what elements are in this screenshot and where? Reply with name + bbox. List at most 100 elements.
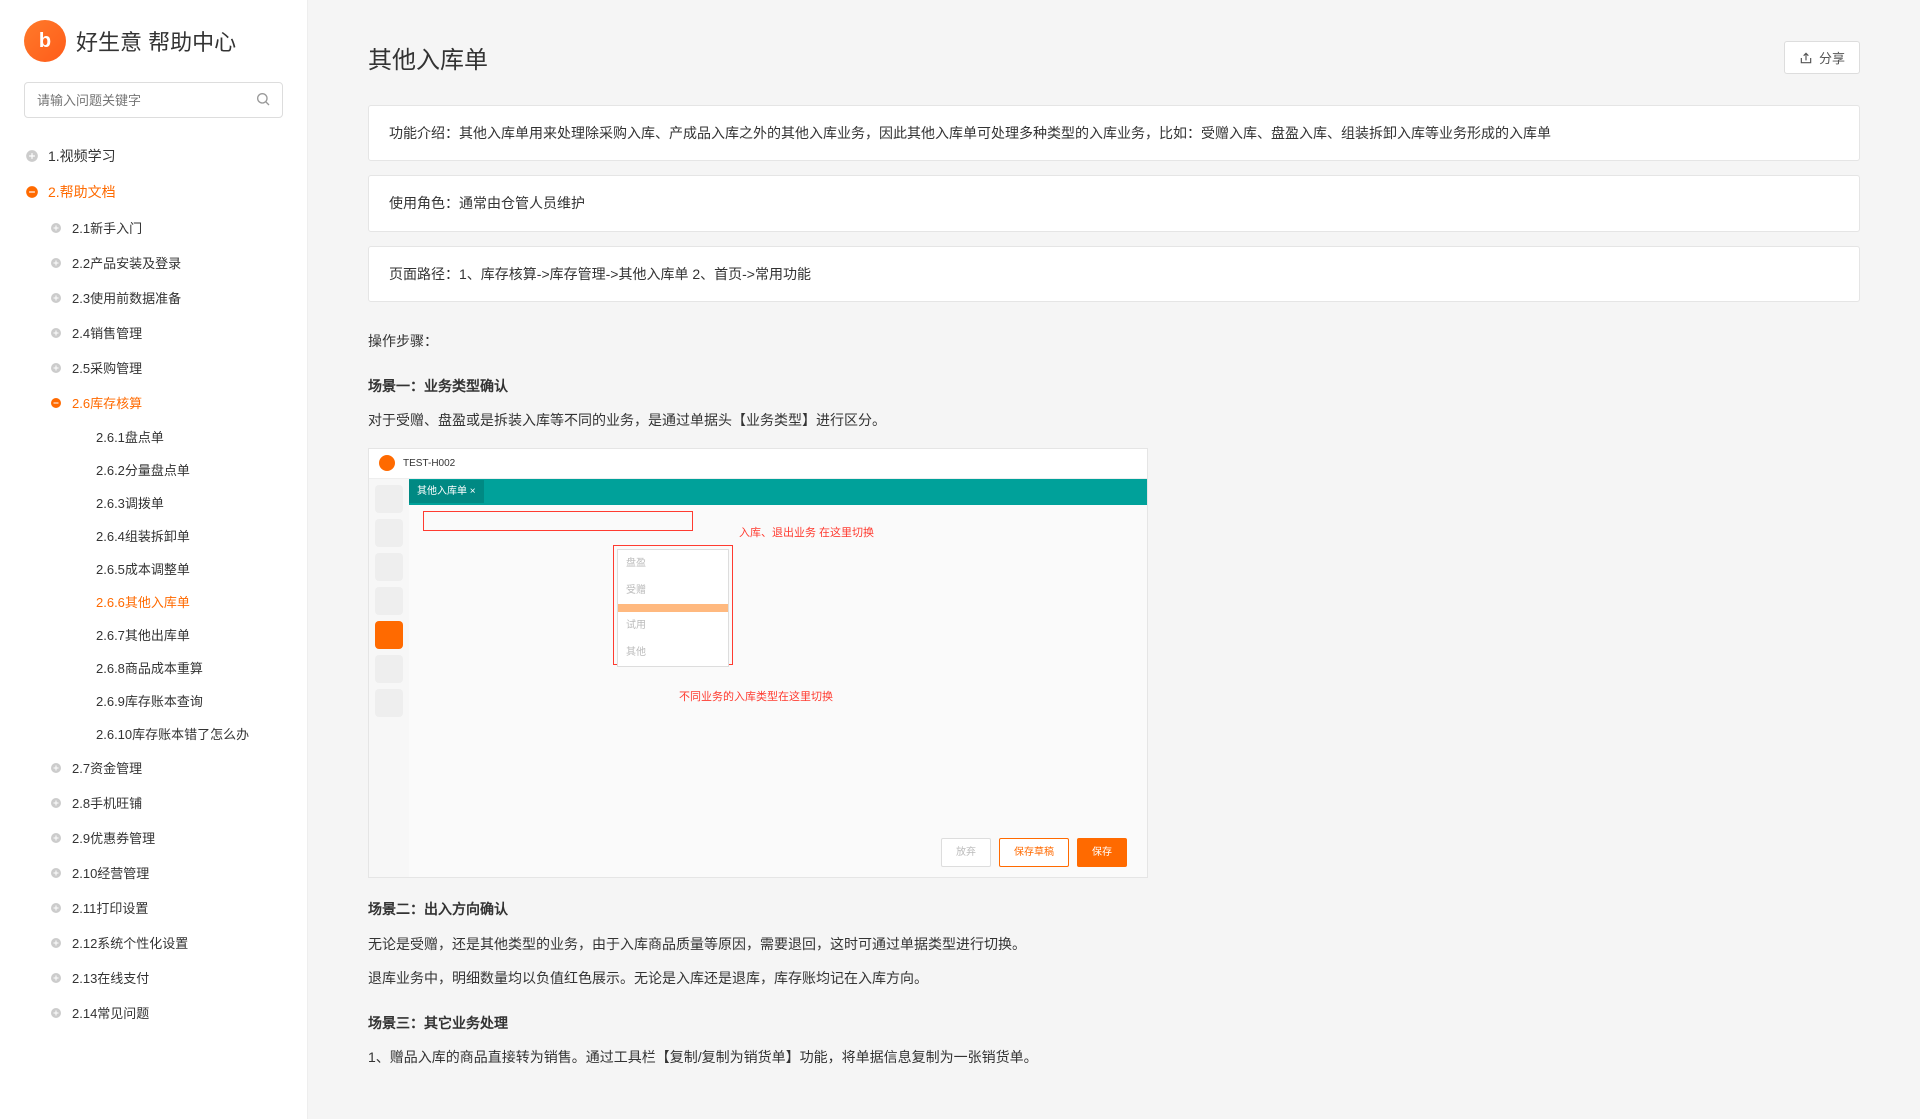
nav-2-1[interactable]: 2.1新手入门: [48, 210, 283, 245]
scene1-title: 场景一：业务类型确认: [368, 373, 1860, 400]
nav-2-10[interactable]: 2.10经营管理: [48, 855, 283, 890]
dropdown-option: 其他: [618, 639, 728, 666]
brand-title: 好生意 帮助中心: [76, 25, 236, 57]
nav-label: 2.6库存核算: [72, 393, 142, 412]
plus-icon: [48, 290, 64, 306]
nav-label: 2.10经营管理: [72, 863, 149, 882]
nav-item-videos[interactable]: 1.视频学习: [24, 138, 283, 174]
shot-annotation: 入库、退出业务 在这里切换: [739, 523, 874, 544]
plus-icon: [48, 935, 64, 951]
scene2-p2: 退库业务中，明细数量均以负值红色展示。无论是入库还是退库，库存账均记在入库方向。: [368, 965, 1860, 992]
plus-icon: [48, 900, 64, 916]
nav-item-docs[interactable]: 2.帮助文档: [24, 174, 283, 210]
nav-2-6-6[interactable]: 2.6.6其他入库单: [72, 585, 283, 618]
plus-icon: [48, 970, 64, 986]
shot-footer: 放弃 保存草稿 保存: [941, 838, 1127, 867]
nav-label: 2.6.9库存账本查询: [96, 691, 203, 710]
scene1-text: 对于受赠、盘盈或是拆装入库等不同的业务，是通过单据头【业务类型】进行区分。: [368, 407, 1860, 434]
nav-label: 2.8手机旺铺: [72, 793, 142, 812]
logo-area: b 好生意 帮助中心: [24, 20, 283, 62]
nav-label: 2.6.1盘点单: [96, 427, 164, 446]
nav-label: 2.6.10库存账本错了怎么办: [96, 724, 249, 743]
plus-icon: [48, 795, 64, 811]
shot-side-icon: [375, 519, 403, 547]
nav-label: 2.12系统个性化设置: [72, 933, 188, 952]
nav-2-9[interactable]: 2.9优惠券管理: [48, 820, 283, 855]
plus-icon: [48, 830, 64, 846]
role-text: 通常由仓管人员维护: [459, 195, 585, 211]
nav-2-4[interactable]: 2.4销售管理: [48, 315, 283, 350]
nav-2-6-1[interactable]: 2.6.1盘点单: [72, 420, 283, 453]
share-button[interactable]: 分享: [1784, 41, 1860, 74]
nav-2-6-8[interactable]: 2.6.8商品成本重算: [72, 651, 283, 684]
nav-2-8[interactable]: 2.8手机旺铺: [48, 785, 283, 820]
shot-sidebar: [369, 479, 409, 877]
shot-annotation: 不同业务的入库类型在这里切换: [679, 687, 833, 708]
search-icon[interactable]: [255, 91, 271, 107]
nav-2-6-5[interactable]: 2.6.5成本调整单: [72, 552, 283, 585]
nav-label: 2.5采购管理: [72, 358, 142, 377]
scene2-p1: 无论是受赠，还是其他类型的业务，由于入库商品质量等原因，需要退回，这时可通过单据…: [368, 931, 1860, 958]
scene2-title: 场景二：出入方向确认: [368, 896, 1860, 923]
nav-2-6-7[interactable]: 2.6.7其他出库单: [72, 618, 283, 651]
steps-label: 操作步骤：: [368, 328, 1860, 355]
plus-icon: [48, 760, 64, 776]
nav-2-6-9[interactable]: 2.6.9库存账本查询: [72, 684, 283, 717]
embedded-screenshot: TEST-H002 首页其他入库单 × 入库、退出业务 在这里切换 盘盈 受赠: [368, 448, 1148, 878]
nav-label: 2.6.6其他入库单: [96, 592, 190, 611]
nav-2-5[interactable]: 2.5采购管理: [48, 350, 283, 385]
nav-2-13[interactable]: 2.13在线支付: [48, 960, 283, 995]
nav-2-14[interactable]: 2.14常见问题: [48, 995, 283, 1030]
search-input[interactable]: [24, 82, 283, 118]
nav-2-2[interactable]: 2.2产品安装及登录: [48, 245, 283, 280]
page-header: 其他入库单 分享: [368, 40, 1860, 75]
nav-label: 2.2产品安装及登录: [72, 253, 181, 272]
nav-label: 2.6.2分量盘点单: [96, 460, 190, 479]
nav-label: 2.6.7其他出库单: [96, 625, 190, 644]
nav-2-6-10[interactable]: 2.6.10库存账本错了怎么办: [72, 717, 283, 750]
nav-label: 2.9优惠券管理: [72, 828, 155, 847]
nav-label: 2.13在线支付: [72, 968, 149, 987]
nav-2-3[interactable]: 2.3使用前数据准备: [48, 280, 283, 315]
nav-2-6-4[interactable]: 2.6.4组装拆卸单: [72, 519, 283, 552]
shot-cancel-button: 放弃: [941, 838, 991, 867]
main-content: 其他入库单 分享 功能介绍：其他入库单用来处理除采购入库、产成品入库之外的其他入…: [308, 0, 1920, 1119]
sidebar: b 好生意 帮助中心 1.视频学习 2.帮助文档 2.1新手入门 2.2产品安装…: [0, 0, 308, 1119]
dropdown-option: 试用: [618, 612, 728, 639]
plus-icon: [48, 360, 64, 376]
nav-label: 2.帮助文档: [48, 182, 116, 202]
nav-2-6[interactable]: 2.6库存核算: [48, 385, 283, 420]
search-wrap: [24, 82, 283, 118]
intro-box: 功能介绍：其他入库单用来处理除采购入库、产成品入库之外的其他入库业务，因此其他入…: [368, 105, 1860, 161]
minus-icon: [48, 395, 64, 411]
path-label: 页面路径：: [389, 266, 459, 282]
nav-2-11[interactable]: 2.11打印设置: [48, 890, 283, 925]
nav-2-6-3[interactable]: 2.6.3调拨单: [72, 486, 283, 519]
nav-label: 2.14常见问题: [72, 1003, 149, 1022]
shot-side-icon: [375, 485, 403, 513]
intro-text: 其他入库单用来处理除采购入库、产成品入库之外的其他入库业务，因此其他入库单可处理…: [459, 125, 1551, 141]
shot-side-icon: [375, 655, 403, 683]
nav-2-6-2[interactable]: 2.6.2分量盘点单: [72, 453, 283, 486]
plus-icon: [48, 325, 64, 341]
nav-label: 1.视频学习: [48, 146, 116, 166]
nav-2-12[interactable]: 2.12系统个性化设置: [48, 925, 283, 960]
nav-label: 2.6.4组装拆卸单: [96, 526, 190, 545]
nav-2-7[interactable]: 2.7资金管理: [48, 750, 283, 785]
scene3-title: 场景三：其它业务处理: [368, 1010, 1860, 1037]
nav-label: 2.6.8商品成本重算: [96, 658, 203, 677]
plus-icon: [48, 1005, 64, 1021]
shot-tabs: 首页其他入库单 ×: [369, 479, 1147, 505]
nav-label: 2.7资金管理: [72, 758, 142, 777]
nav-label: 2.4销售管理: [72, 323, 142, 342]
nav-list: 1.视频学习 2.帮助文档 2.1新手入门 2.2产品安装及登录 2.3使用前数…: [24, 138, 283, 1030]
shot-logo-icon: [379, 455, 395, 471]
shot-side-icon: [375, 553, 403, 581]
shot-topbar: TEST-H002: [369, 449, 1147, 479]
shot-draft-button: 保存草稿: [999, 838, 1069, 867]
plus-icon: [48, 255, 64, 271]
intro-label: 功能介绍：: [389, 125, 459, 141]
shot-dropdown: 盘盈 受赠 试用 其他: [617, 549, 729, 667]
logo-icon: b: [24, 20, 66, 62]
shot-side-icon: [375, 587, 403, 615]
